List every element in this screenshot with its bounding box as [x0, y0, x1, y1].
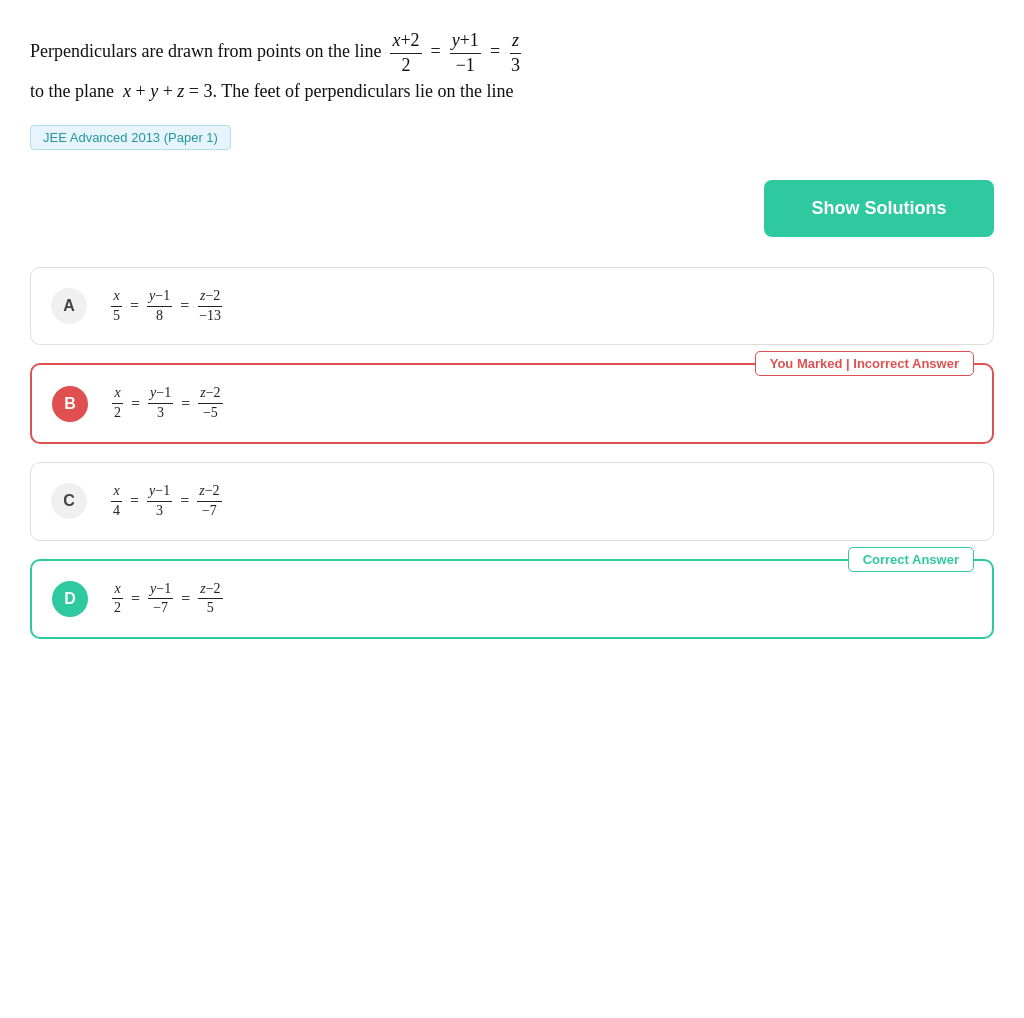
question-part1: Perpendiculars are drawn from points on …	[30, 41, 381, 61]
option-card-c[interactable]: C x4 = y−13 = z−2−7	[30, 462, 994, 541]
show-solutions-row: Show Solutions	[30, 180, 994, 237]
options-list: A x5 = y−18 = z−2−13 You Marked | Incorr…	[30, 267, 994, 639]
option-card-b[interactable]: You Marked | Incorrect Answer B x2 = y−1…	[30, 363, 994, 444]
option-inner-b: B x2 = y−13 = z−2−5	[52, 385, 968, 422]
option-label-b: B	[52, 386, 88, 422]
option-label-d: D	[52, 581, 88, 617]
tag-badge: JEE Advanced 2013 (Paper 1)	[30, 125, 231, 150]
option-card-d[interactable]: Correct Answer D x2 = y−1−7 = z−25	[30, 559, 994, 640]
option-card-a[interactable]: A x5 = y−18 = z−2−13	[30, 267, 994, 346]
option-formula-d: x2 = y−1−7 = z−25	[112, 581, 223, 618]
question-part3: . The feet of perpendiculars lie on the …	[212, 81, 513, 101]
option-inner-a: A x5 = y−18 = z−2−13	[51, 288, 969, 325]
correct-badge-d: Correct Answer	[848, 547, 974, 572]
jee-tag: JEE Advanced 2013 (Paper 1)	[30, 125, 994, 180]
option-label-c: C	[51, 483, 87, 519]
show-solutions-button[interactable]: Show Solutions	[764, 180, 994, 237]
option-formula-c: x4 = y−13 = z−2−7	[111, 483, 222, 520]
incorrect-badge-b: You Marked | Incorrect Answer	[755, 351, 974, 376]
line-equation: x+22 = y+1−1 = z3	[386, 41, 522, 61]
option-formula-b: x2 = y−13 = z−2−5	[112, 385, 223, 422]
option-inner-d: D x2 = y−1−7 = z−25	[52, 581, 968, 618]
option-inner-c: C x4 = y−13 = z−2−7	[51, 483, 969, 520]
question-text: Perpendiculars are drawn from points on …	[30, 30, 994, 107]
question-part2: to the plane	[30, 81, 114, 101]
option-label-a: A	[51, 288, 87, 324]
option-formula-a: x5 = y−18 = z−2−13	[111, 288, 223, 325]
